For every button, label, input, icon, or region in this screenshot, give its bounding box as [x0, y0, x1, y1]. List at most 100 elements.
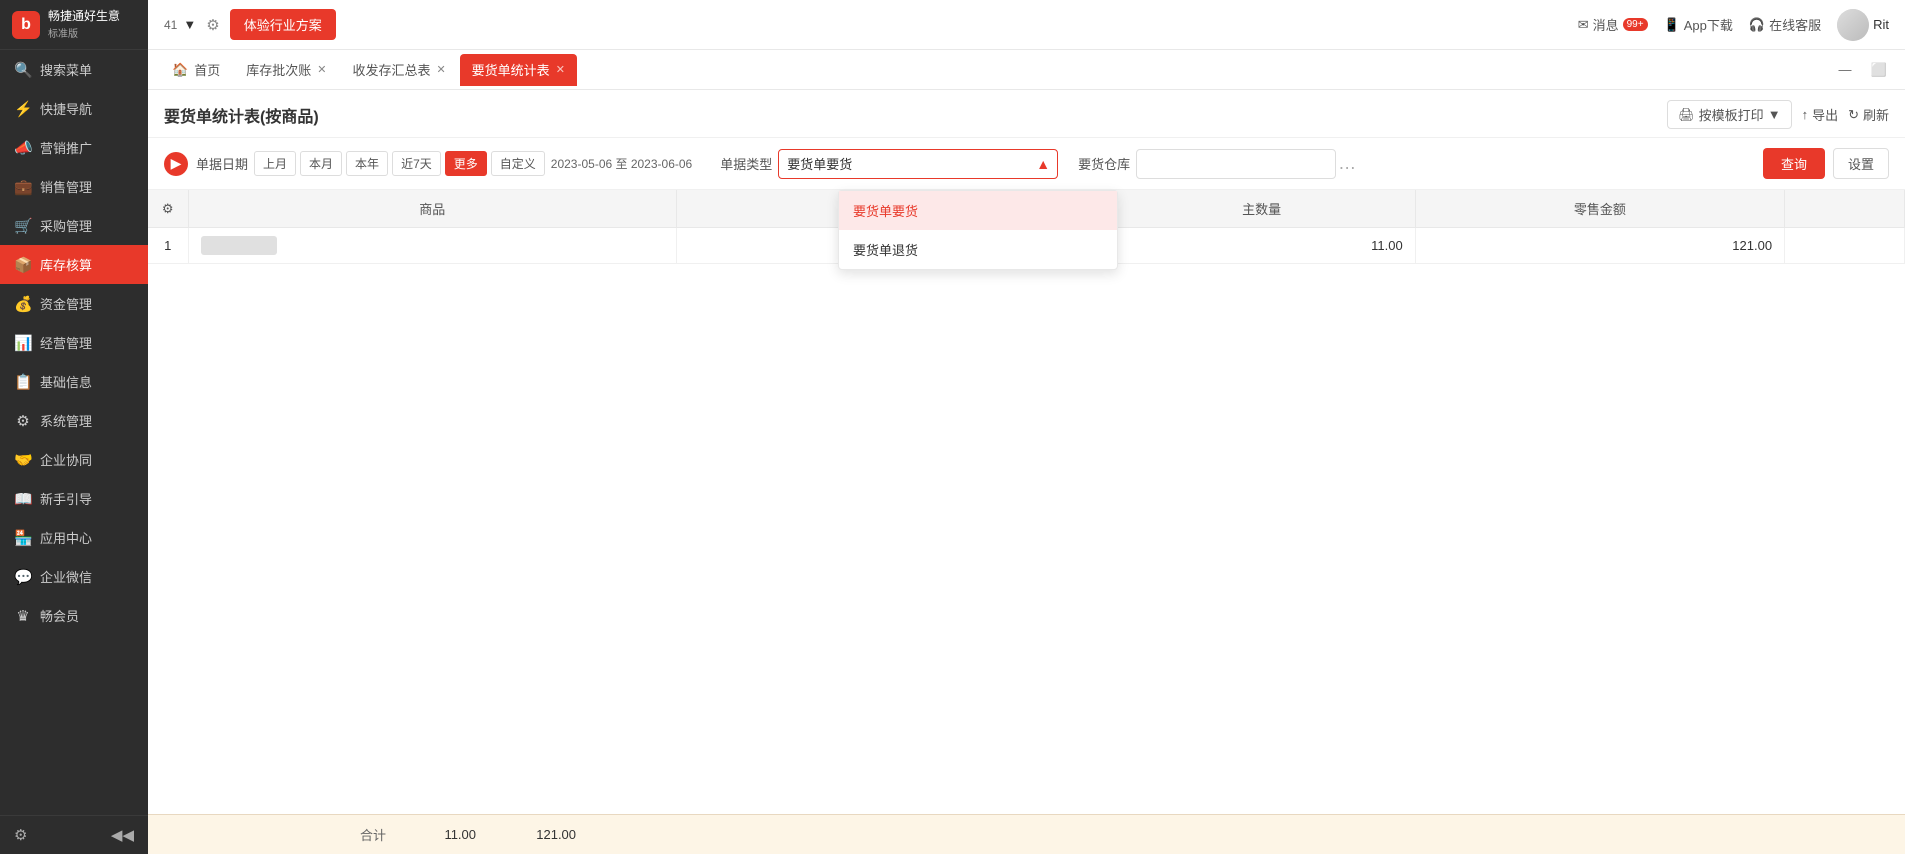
online-service-label: 在线客服 [1769, 15, 1821, 34]
7days-btn[interactable]: 近7天 [392, 151, 441, 176]
th-amount: 零售金额 [1415, 190, 1784, 228]
settings-icon[interactable]: ⚙ [14, 826, 27, 844]
sidebar-icon: 💰 [14, 295, 32, 313]
sidebar-item-库存核算[interactable]: 📦库存核算 [0, 245, 148, 284]
type-filter-group: 单据类型 ▲ [720, 149, 1050, 179]
warehouse-filter-input[interactable] [1136, 149, 1336, 179]
messages-action[interactable]: ✉ 消息 99+ [1578, 15, 1648, 34]
date-filter-label: 单据日期 [196, 154, 248, 173]
export-icon: ↑ [1802, 107, 1809, 122]
date-filter-group: 单据日期 上月 本月 本年 近7天 更多 自定义 2023-05-06 至 20… [196, 151, 692, 176]
cur-year-btn[interactable]: 本年 [346, 151, 388, 176]
th-settings[interactable]: ⚙ [148, 190, 188, 228]
filter-bar: ▶ 单据日期 上月 本月 本年 近7天 更多 自定义 2023-05-06 至 … [148, 138, 1905, 190]
footer-amount: 121.00 [486, 827, 576, 842]
sidebar-item-营销推广[interactable]: 📣营销推广 [0, 128, 148, 167]
custom-btn[interactable]: 自定义 [491, 151, 545, 176]
tab-receipt-summary-close[interactable]: ✕ [436, 63, 445, 76]
app-download-action[interactable]: 📱 App下载 [1664, 15, 1733, 34]
warehouse-dots[interactable]: … [1338, 153, 1356, 174]
trial-button[interactable]: 体验行业方案 [230, 9, 336, 40]
chevron-down-icon[interactable]: ▼ [183, 17, 196, 32]
phone-icon: 📱 [1664, 17, 1680, 33]
dropdown-item-1[interactable]: 要货单退货 [839, 230, 1117, 269]
sidebar-icon: ⚙ [14, 412, 32, 430]
type-filter-arrow[interactable]: ▲ [1036, 156, 1050, 172]
setting-button[interactable]: 设置 [1833, 148, 1889, 179]
main-area: 41 ▼ ⚙ 体验行业方案 ✉ 消息 99+ 📱 App下载 🎧 在线客服 [148, 0, 1905, 854]
print-label: 按模板打印 [1699, 105, 1764, 124]
edition-label: 标准版 [48, 25, 120, 40]
tab-minimize[interactable]: — [1831, 56, 1859, 84]
tab-home[interactable]: 🏠 首页 [160, 54, 232, 86]
tab-inventory-batch[interactable]: 库存批次账 ✕ [234, 54, 338, 86]
message-icon: ✉ [1578, 17, 1589, 33]
table-wrapper: ⚙ 商品 主计量单位 主数量 零售金额 1 ████ 块 11.00 121.0 [148, 190, 1905, 814]
sidebar-icon: 📣 [14, 139, 32, 157]
sidebar-bottom: ⚙ ◀◀ [0, 815, 148, 854]
sidebar-item-资金管理[interactable]: 💰资金管理 [0, 284, 148, 323]
collapse-icon[interactable]: ◀◀ [111, 826, 134, 844]
messages-badge: 99+ [1623, 18, 1648, 31]
prev-month-btn[interactable]: 上月 [254, 151, 296, 176]
gear-icon[interactable]: ⚙ [206, 16, 219, 34]
sidebar-item-搜索菜单[interactable]: 🔍搜索菜单 [0, 50, 148, 89]
filter-expand-button[interactable]: ▶ [164, 152, 188, 176]
sidebar-item-采购管理[interactable]: 🛒采购管理 [0, 206, 148, 245]
sidebar-icon: 📖 [14, 490, 32, 508]
export-button[interactable]: ↑ 导出 [1802, 105, 1839, 124]
sidebar-item-新手引导[interactable]: 📖新手引导 [0, 479, 148, 518]
type-filter-label: 单据类型 [720, 154, 772, 173]
query-button[interactable]: 查询 [1763, 148, 1825, 179]
messages-label: 消息 [1593, 15, 1619, 34]
avatar [1837, 9, 1869, 41]
tab-order-stats[interactable]: 要货单统计表 ✕ [460, 54, 577, 86]
more-btn[interactable]: 更多 [445, 151, 487, 176]
company-info: 41 ▼ [164, 17, 196, 32]
print-button[interactable]: 🖨 按模板打印 ▼ [1667, 100, 1791, 129]
refresh-icon: ↻ [1848, 107, 1859, 123]
tab-order-stats-close[interactable]: ✕ [556, 63, 565, 76]
company-name: 畅捷通好生意 [48, 9, 120, 25]
footer-qty: 11.00 [386, 827, 476, 842]
type-filter-input[interactable] [778, 149, 1058, 179]
sidebar-item-企业微信[interactable]: 💬企业微信 [0, 557, 148, 596]
sidebar-icon: 🛒 [14, 217, 32, 235]
td-product: ████ [188, 228, 676, 264]
sidebar-item-畅会员[interactable]: ♛畅会员 [0, 596, 148, 635]
tabbar-right: — ⬜ [1831, 56, 1893, 84]
logo-text-block: 畅捷通好生意 标准版 [48, 9, 120, 40]
tab-home-label: 首页 [194, 60, 220, 79]
sidebar-icon: 🏪 [14, 529, 32, 547]
date-buttons: 上月 本月 本年 近7天 更多 自定义 [254, 151, 545, 176]
cur-month-btn[interactable]: 本月 [300, 151, 342, 176]
type-dropdown: 要货单要货 要货单退货 [838, 190, 1118, 270]
sidebar-item-应用中心[interactable]: 🏪应用中心 [0, 518, 148, 557]
export-label: 导出 [1812, 105, 1838, 124]
sidebar-item-系统管理[interactable]: ⚙系统管理 [0, 401, 148, 440]
tab-inventory-batch-close[interactable]: ✕ [317, 63, 326, 76]
tab-receipt-summary[interactable]: 收发存汇总表 ✕ [340, 54, 457, 86]
date-range: 2023-05-06 至 2023-06-06 [551, 155, 692, 172]
th-extra [1785, 190, 1905, 228]
sidebar-icon: 🤝 [14, 451, 32, 469]
user-avatar[interactable]: Rit [1837, 9, 1889, 41]
td-amount: 121.00 [1415, 228, 1784, 264]
dropdown-item-0[interactable]: 要货单要货 [839, 191, 1117, 230]
online-service-action[interactable]: 🎧 在线客服 [1749, 15, 1821, 34]
sidebar-item-基础信息[interactable]: 📋基础信息 [0, 362, 148, 401]
refresh-button[interactable]: ↻ 刷新 [1848, 105, 1889, 124]
refresh-label: 刷新 [1863, 105, 1889, 124]
printer-icon: 🖨 [1678, 107, 1695, 123]
sidebar-item-经营管理[interactable]: 📊经营管理 [0, 323, 148, 362]
sidebar-item-企业协同[interactable]: 🤝企业协同 [0, 440, 148, 479]
sidebar-logo: b 畅捷通好生意 标准版 [0, 0, 148, 50]
home-icon: 🏠 [172, 62, 188, 78]
sidebar-icon: 📋 [14, 373, 32, 391]
sidebar-item-快捷导航[interactable]: ⚡快捷导航 [0, 89, 148, 128]
td-qty: 11.00 [1108, 228, 1415, 264]
tab-maximize[interactable]: ⬜ [1865, 56, 1893, 84]
sidebar-icon: ⚡ [14, 100, 32, 118]
sidebar-item-销售管理[interactable]: 💼销售管理 [0, 167, 148, 206]
sidebar-icon: 📦 [14, 256, 32, 274]
